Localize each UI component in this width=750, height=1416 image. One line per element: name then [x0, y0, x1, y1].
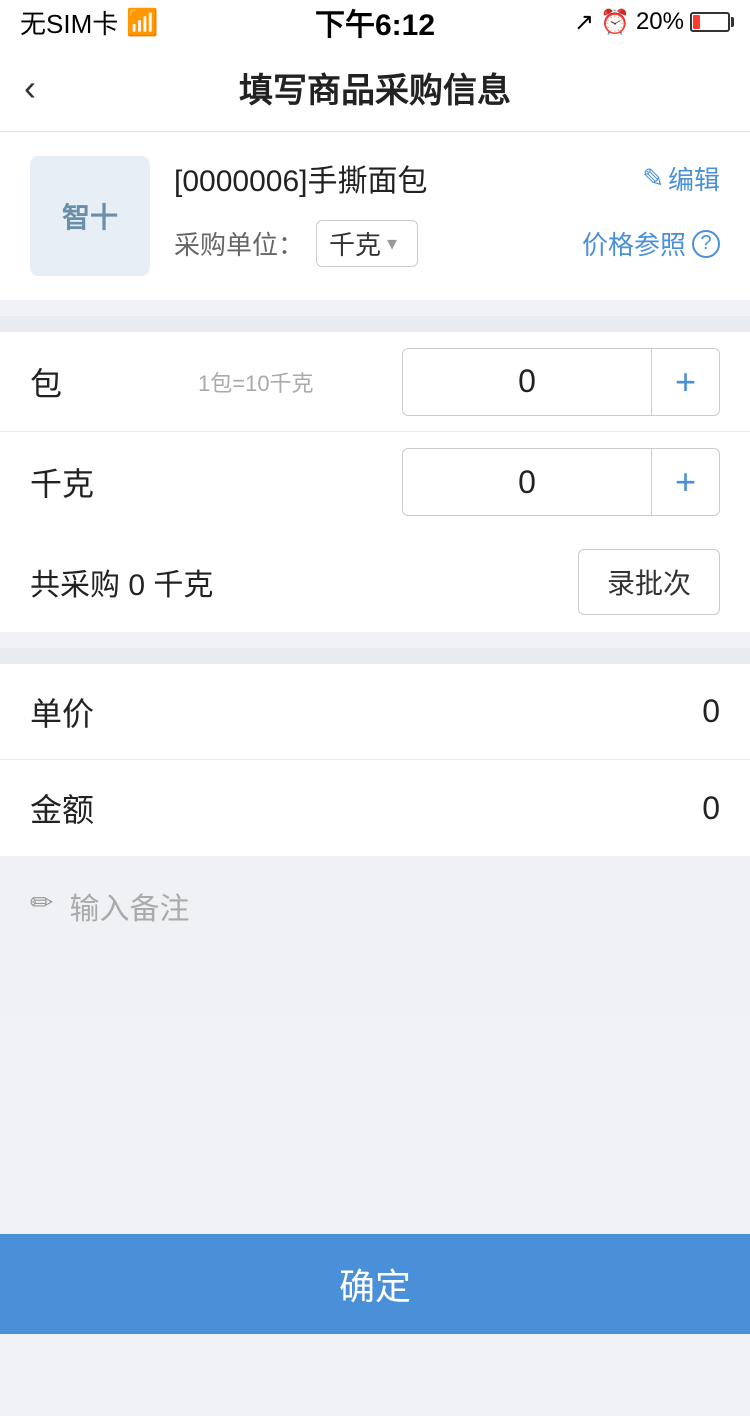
unit-container: 采购单位： 千克 ▾	[174, 220, 418, 267]
confirm-button-label: 确定	[339, 1258, 411, 1310]
kg-quantity-input[interactable]: 0	[402, 448, 652, 516]
status-right: ↗ ⏰ 20%	[574, 8, 730, 37]
input-section: 包 1包=10千克 0 + 千克 0 +	[0, 332, 750, 532]
unit-price-row: 单价 0	[0, 664, 750, 760]
divider-2	[0, 648, 750, 664]
wifi-icon: 📶	[126, 7, 158, 38]
kg-input-row: 千克 0 +	[0, 432, 750, 532]
kg-label: 千克	[30, 459, 190, 505]
unit-value: 千克	[329, 225, 381, 262]
product-card: 智十 [0000006]手撕面包 ✎ 编辑 采购单位： 千克 ▾ 价格参照 ?	[0, 132, 750, 300]
summary-section: 共采购 0 千克 录批次	[0, 532, 750, 632]
bag-quantity-input[interactable]: 0	[402, 348, 652, 416]
unit-select[interactable]: 千克 ▾	[316, 220, 418, 267]
location-icon: ↗	[574, 8, 594, 37]
page-title: 填写商品采购信息	[239, 63, 511, 112]
edit-button[interactable]: ✎ 编辑	[642, 160, 720, 197]
help-icon: ?	[692, 230, 720, 258]
batch-button[interactable]: 录批次	[578, 549, 720, 615]
kg-plus-button[interactable]: +	[652, 448, 720, 516]
product-image: 智十	[30, 156, 150, 276]
nav-bar: ‹ 填写商品采购信息	[0, 44, 750, 132]
price-ref-label: 价格参照	[582, 225, 686, 262]
battery-icon	[690, 12, 730, 32]
bag-label: 包	[30, 359, 190, 405]
status-network: 无SIM卡 📶	[20, 4, 159, 41]
divider-1	[0, 316, 750, 332]
product-name: [0000006]手撕面包	[174, 156, 427, 200]
unit-price-value: 0	[702, 693, 720, 730]
bag-plus-button[interactable]: +	[652, 348, 720, 416]
confirm-bar[interactable]: 确定	[0, 1234, 750, 1334]
unit-price-label: 单价	[30, 689, 94, 735]
kg-quantity-value: 0	[518, 464, 536, 501]
edit-label: 编辑	[668, 160, 720, 197]
product-info: [0000006]手撕面包 ✎ 编辑 采购单位： 千克 ▾ 价格参照 ?	[174, 156, 720, 267]
summary-text: 共采购 0 千克	[30, 560, 213, 604]
amount-label: 金额	[30, 785, 94, 831]
status-bar: 无SIM卡 📶 下午6:12 ↗ ⏰ 20%	[0, 0, 750, 44]
alarm-icon: ⏰	[600, 8, 630, 37]
price-detail-section: 单价 0 金额 0	[0, 664, 750, 856]
product-header: [0000006]手撕面包 ✎ 编辑	[174, 156, 720, 200]
remark-section[interactable]: ✏ 输入备注	[0, 856, 750, 1016]
pencil-icon: ✏	[30, 886, 53, 919]
content-bottom	[0, 1016, 750, 1416]
bag-input-row: 包 1包=10千克 0 +	[0, 332, 750, 432]
edit-icon: ✎	[642, 163, 664, 194]
unit-label-prefix: 采购单位：	[174, 225, 304, 262]
amount-value: 0	[702, 790, 720, 827]
bag-sub-label: 1包=10千克	[198, 366, 314, 398]
price-ref-button[interactable]: 价格参照 ?	[582, 225, 720, 262]
bag-quantity-value: 0	[518, 363, 536, 400]
network-label: 无SIM卡	[20, 4, 118, 41]
amount-row: 金额 0	[0, 760, 750, 856]
status-time: 下午6:12	[315, 0, 435, 44]
back-button[interactable]: ‹	[24, 67, 36, 109]
battery-percent: 20%	[636, 8, 684, 36]
remark-placeholder: 输入备注	[69, 884, 189, 928]
product-unit-row: 采购单位： 千克 ▾ 价格参照 ?	[174, 220, 720, 267]
product-logo: 智十	[62, 196, 118, 236]
dropdown-arrow-icon: ▾	[387, 231, 397, 256]
